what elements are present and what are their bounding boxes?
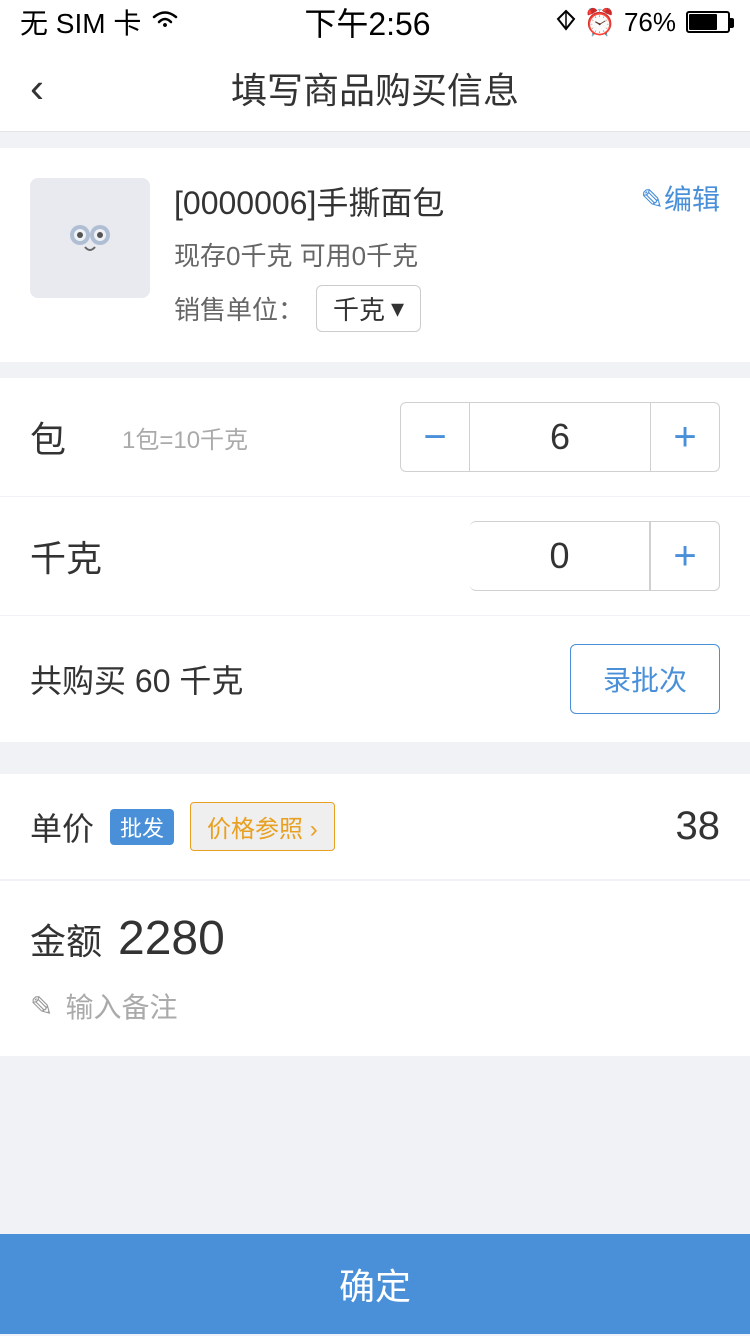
status-time: 下午2:56	[304, 0, 430, 45]
divider-1	[0, 362, 750, 378]
page-title: 填写商品购买信息	[231, 62, 519, 114]
record-batch-button[interactable]: 录批次	[570, 644, 720, 714]
edit-link[interactable]: ✎编辑	[641, 178, 720, 218]
unit-select[interactable]: 千克 ▾	[316, 285, 421, 332]
back-button[interactable]: ‹	[30, 64, 90, 112]
nav-bar: ‹ 填写商品购买信息	[0, 44, 750, 132]
price-value: 38	[676, 804, 721, 849]
amount-value: 2280	[118, 911, 225, 966]
product-image	[30, 178, 150, 298]
package-label: 包	[30, 411, 110, 463]
amount-section: 金额 2280 ✎ 输入备注	[0, 881, 750, 1056]
price-label: 单价	[30, 804, 94, 850]
package-minus-button[interactable]: −	[400, 402, 470, 472]
alarm-icon: ⏰	[584, 7, 616, 38]
confirm-button[interactable]: 确定	[339, 1258, 411, 1310]
kg-label: 千克	[30, 530, 110, 582]
price-reference-button[interactable]: 价格参照 ›	[190, 802, 335, 851]
status-bar: 无 SIM 卡 下午2:56 ⏰ 76%	[0, 0, 750, 44]
status-right: ⏰ 76%	[556, 7, 730, 38]
total-label: 共购买 60 千克	[30, 656, 243, 702]
no-sim-label: 无 SIM 卡	[20, 2, 141, 42]
remark-icon: ✎	[30, 990, 53, 1023]
unit-value: 千克	[333, 290, 385, 327]
wifi-icon	[151, 6, 179, 38]
kg-input[interactable]	[470, 521, 650, 591]
kg-controls: +	[470, 521, 720, 591]
remark-placeholder[interactable]: 输入备注	[65, 986, 177, 1026]
package-input[interactable]	[470, 402, 650, 472]
product-name: [0000006]手撕面包	[174, 178, 444, 224]
battery-percent: 76%	[624, 7, 676, 38]
package-input-row: 包 1包=10千克 − +	[0, 378, 750, 497]
location-icon	[556, 7, 576, 38]
unit-dropdown-arrow: ▾	[391, 293, 404, 324]
product-info: [0000006]手撕面包 ✎编辑 现存0千克 可用0千克 销售单位： 千克 ▾	[174, 178, 720, 332]
product-stock: 现存0千克 可用0千克	[174, 236, 720, 273]
package-controls: − +	[400, 402, 720, 472]
remark-row[interactable]: ✎ 输入备注	[30, 986, 720, 1026]
package-hint: 1包=10千克	[122, 420, 400, 455]
price-row: 单价 批发 价格参照 › 38	[0, 774, 750, 879]
divider-2	[0, 742, 750, 758]
input-section: 包 1包=10千克 − + 千克 +	[0, 378, 750, 616]
confirm-bar[interactable]: 确定	[0, 1234, 750, 1334]
total-row: 共购买 60 千克 录批次	[0, 616, 750, 742]
battery-icon	[686, 11, 730, 33]
product-section: [0000006]手撕面包 ✎编辑 现存0千克 可用0千克 销售单位： 千克 ▾	[0, 148, 750, 362]
kg-plus-button[interactable]: +	[650, 521, 720, 591]
amount-label: 金额	[30, 913, 102, 965]
kg-input-row: 千克 +	[0, 497, 750, 616]
price-badge: 批发	[110, 809, 174, 845]
amount-row: 金额 2280	[30, 911, 720, 966]
package-plus-button[interactable]: +	[650, 402, 720, 472]
status-left: 无 SIM 卡	[20, 2, 179, 42]
price-left: 单价 批发 价格参照 ›	[30, 802, 335, 851]
unit-label: 销售单位：	[174, 290, 304, 327]
